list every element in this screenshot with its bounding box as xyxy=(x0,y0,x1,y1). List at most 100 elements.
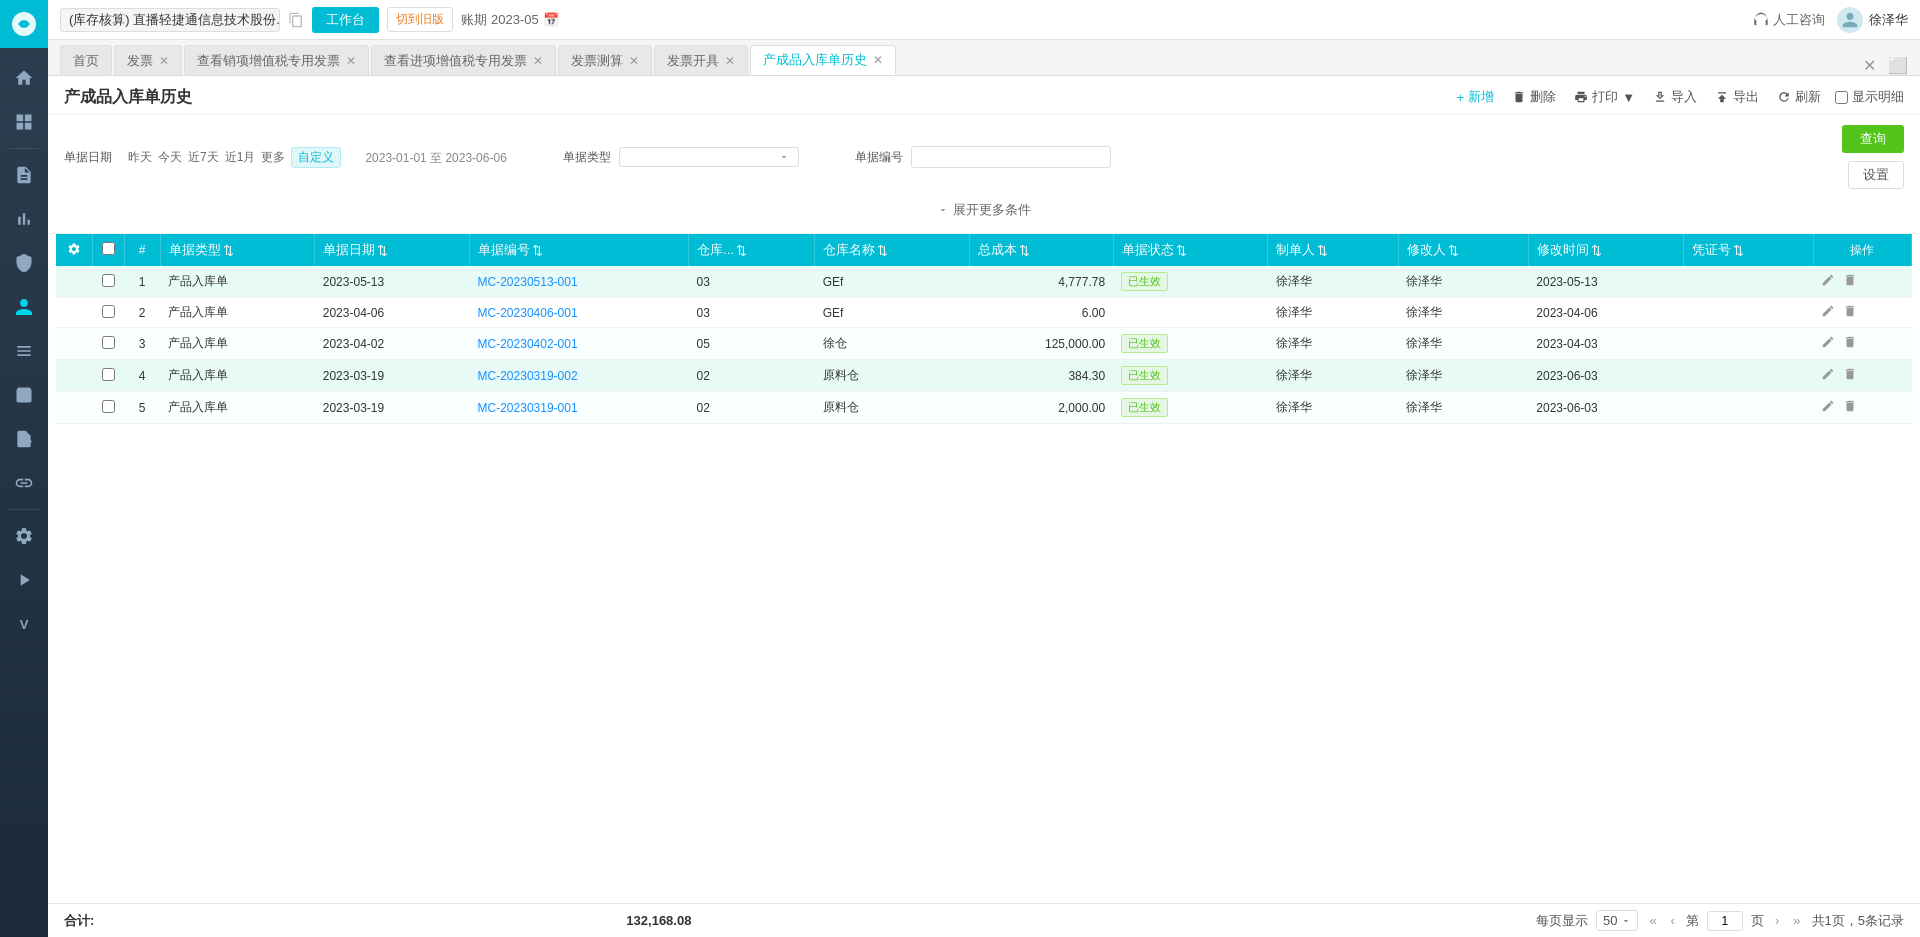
row-number[interactable]: MC-20230513-001 xyxy=(470,266,689,298)
row-checkbox[interactable] xyxy=(102,305,115,318)
tab-invoice-open[interactable]: 发票开具 ✕ xyxy=(654,45,748,75)
col-type[interactable]: 单据类型⇅ xyxy=(160,234,315,266)
print-dropdown-icon[interactable]: ▼ xyxy=(1622,90,1635,105)
row-edit-icon[interactable] xyxy=(1821,367,1835,384)
next-page-button[interactable]: › xyxy=(1772,913,1782,928)
calendar-icon[interactable]: 📅 xyxy=(543,12,559,27)
row-checkbox-cell[interactable] xyxy=(92,266,124,298)
set-button[interactable]: 设置 xyxy=(1848,161,1904,189)
sidebar-item-play[interactable] xyxy=(0,558,48,602)
col-modify-time[interactable]: 修改时间⇅ xyxy=(1528,234,1683,266)
row-checkbox-cell[interactable] xyxy=(92,392,124,424)
tab-product-history[interactable]: 产成品入库单历史 ✕ xyxy=(750,45,896,75)
row-number[interactable]: MC-20230402-001 xyxy=(470,328,689,360)
tab-input-vat-close[interactable]: ✕ xyxy=(533,55,543,67)
col-modifier[interactable]: 修改人⇅ xyxy=(1398,234,1528,266)
page-number-input[interactable] xyxy=(1707,911,1743,931)
row-delete-icon[interactable] xyxy=(1843,273,1857,290)
shortcut-more[interactable]: 更多 xyxy=(261,149,285,166)
col-checkbox[interactable] xyxy=(92,234,124,266)
tab-restore-button[interactable]: ⬜ xyxy=(1884,56,1912,75)
tab-close-all-button[interactable]: ✕ xyxy=(1859,56,1880,75)
display-toggle[interactable]: 显示明细 xyxy=(1835,88,1904,106)
tab-sales-vat-close[interactable]: ✕ xyxy=(346,55,356,67)
col-settings[interactable] xyxy=(56,234,92,266)
row-number[interactable]: MC-20230406-001 xyxy=(470,298,689,328)
sidebar-item-chart[interactable] xyxy=(0,197,48,241)
tab-input-vat[interactable]: 查看进项增值税专用发票 ✕ xyxy=(371,45,556,75)
first-page-button[interactable]: « xyxy=(1646,913,1659,928)
expand-conditions[interactable]: 展开更多条件 xyxy=(64,197,1904,223)
col-total-cost[interactable]: 总成本⇅ xyxy=(970,234,1114,266)
switch-version-button[interactable]: 切到旧版 xyxy=(387,7,453,32)
sidebar-item-settings[interactable] xyxy=(0,514,48,558)
row-checkbox-cell[interactable] xyxy=(92,360,124,392)
shortcut-7days[interactable]: 近7天 xyxy=(188,149,219,166)
shortcut-yesterday[interactable]: 昨天 xyxy=(128,149,152,166)
tab-sales-vat[interactable]: 查看销项增值税专用发票 ✕ xyxy=(184,45,369,75)
row-delete-icon[interactable] xyxy=(1843,399,1857,416)
tab-home[interactable]: 首页 xyxy=(60,45,112,75)
tab-invoice-calc[interactable]: 发票测算 ✕ xyxy=(558,45,652,75)
sidebar-item-box[interactable] xyxy=(0,373,48,417)
sidebar-item-catalog[interactable] xyxy=(0,329,48,373)
shortcut-1month[interactable]: 近1月 xyxy=(225,149,256,166)
row-delete-icon[interactable] xyxy=(1843,367,1857,384)
shortcut-today[interactable]: 今天 xyxy=(158,149,182,166)
new-button[interactable]: + 新增 xyxy=(1453,86,1499,108)
display-toggle-checkbox[interactable] xyxy=(1835,91,1848,104)
sidebar-item-doc[interactable] xyxy=(0,153,48,197)
row-checkbox-cell[interactable] xyxy=(92,298,124,328)
tab-invoice-open-close[interactable]: ✕ xyxy=(725,55,735,67)
row-delete-icon[interactable] xyxy=(1843,304,1857,321)
tab-invoice-close[interactable]: ✕ xyxy=(159,55,169,67)
col-creator[interactable]: 制单人⇅ xyxy=(1268,234,1398,266)
consultant-button[interactable]: 人工咨询 xyxy=(1753,11,1825,29)
sidebar-item-home[interactable] xyxy=(0,56,48,100)
workbench-button[interactable]: 工作台 xyxy=(312,7,379,33)
number-filter-input[interactable] xyxy=(911,146,1111,168)
col-date[interactable]: 单据日期⇅ xyxy=(315,234,470,266)
row-checkbox[interactable] xyxy=(102,274,115,287)
col-voucher[interactable]: 凭证号⇅ xyxy=(1683,234,1813,266)
row-number[interactable]: MC-20230319-002 xyxy=(470,360,689,392)
row-checkbox[interactable] xyxy=(102,400,115,413)
type-filter-select[interactable] xyxy=(619,147,799,167)
tab-invoice[interactable]: 发票 ✕ xyxy=(114,45,182,75)
sidebar-item-link[interactable] xyxy=(0,461,48,505)
delete-button[interactable]: 删除 xyxy=(1508,86,1560,108)
import-button[interactable]: 导入 xyxy=(1649,86,1701,108)
page-size-select[interactable]: 50 xyxy=(1596,910,1638,931)
sidebar-item-version[interactable]: V xyxy=(0,602,48,646)
refresh-button[interactable]: 刷新 xyxy=(1773,86,1825,108)
col-status[interactable]: 单据状态⇅ xyxy=(1113,234,1268,266)
tab-invoice-calc-close[interactable]: ✕ xyxy=(629,55,639,67)
row-edit-icon[interactable] xyxy=(1821,335,1835,352)
row-delete-icon[interactable] xyxy=(1843,335,1857,352)
sidebar-item-shield[interactable] xyxy=(0,241,48,285)
row-number[interactable]: MC-20230319-001 xyxy=(470,392,689,424)
select-all-checkbox[interactable] xyxy=(102,242,115,255)
col-warehouse-name[interactable]: 仓库名称⇅ xyxy=(815,234,970,266)
row-checkbox-cell[interactable] xyxy=(92,328,124,360)
sidebar-item-stamp[interactable] xyxy=(0,417,48,461)
user-info[interactable]: 徐泽华 xyxy=(1837,7,1908,33)
col-warehouse-code[interactable]: 仓库...⇅ xyxy=(689,234,815,266)
row-edit-icon[interactable] xyxy=(1821,273,1835,290)
prev-page-button[interactable]: ‹ xyxy=(1668,913,1678,928)
print-button[interactable]: 打印 ▼ xyxy=(1570,86,1639,108)
row-status: 已生效 xyxy=(1113,360,1268,392)
sidebar-item-grid[interactable] xyxy=(0,100,48,144)
row-checkbox[interactable] xyxy=(102,336,115,349)
tab-product-history-close[interactable]: ✕ xyxy=(873,54,883,66)
sidebar-item-user[interactable] xyxy=(0,285,48,329)
row-checkbox[interactable] xyxy=(102,368,115,381)
query-button[interactable]: 查询 xyxy=(1842,125,1904,153)
last-page-button[interactable]: » xyxy=(1790,913,1803,928)
company-selector[interactable]: (库存核算) 直播轻捷通信息技术股份... ▼ xyxy=(60,8,280,32)
row-edit-icon[interactable] xyxy=(1821,304,1835,321)
custom-date-tag[interactable]: 自定义 xyxy=(291,147,341,168)
row-edit-icon[interactable] xyxy=(1821,399,1835,416)
col-number[interactable]: 单据编号⇅ xyxy=(470,234,689,266)
export-button[interactable]: 导出 xyxy=(1711,86,1763,108)
